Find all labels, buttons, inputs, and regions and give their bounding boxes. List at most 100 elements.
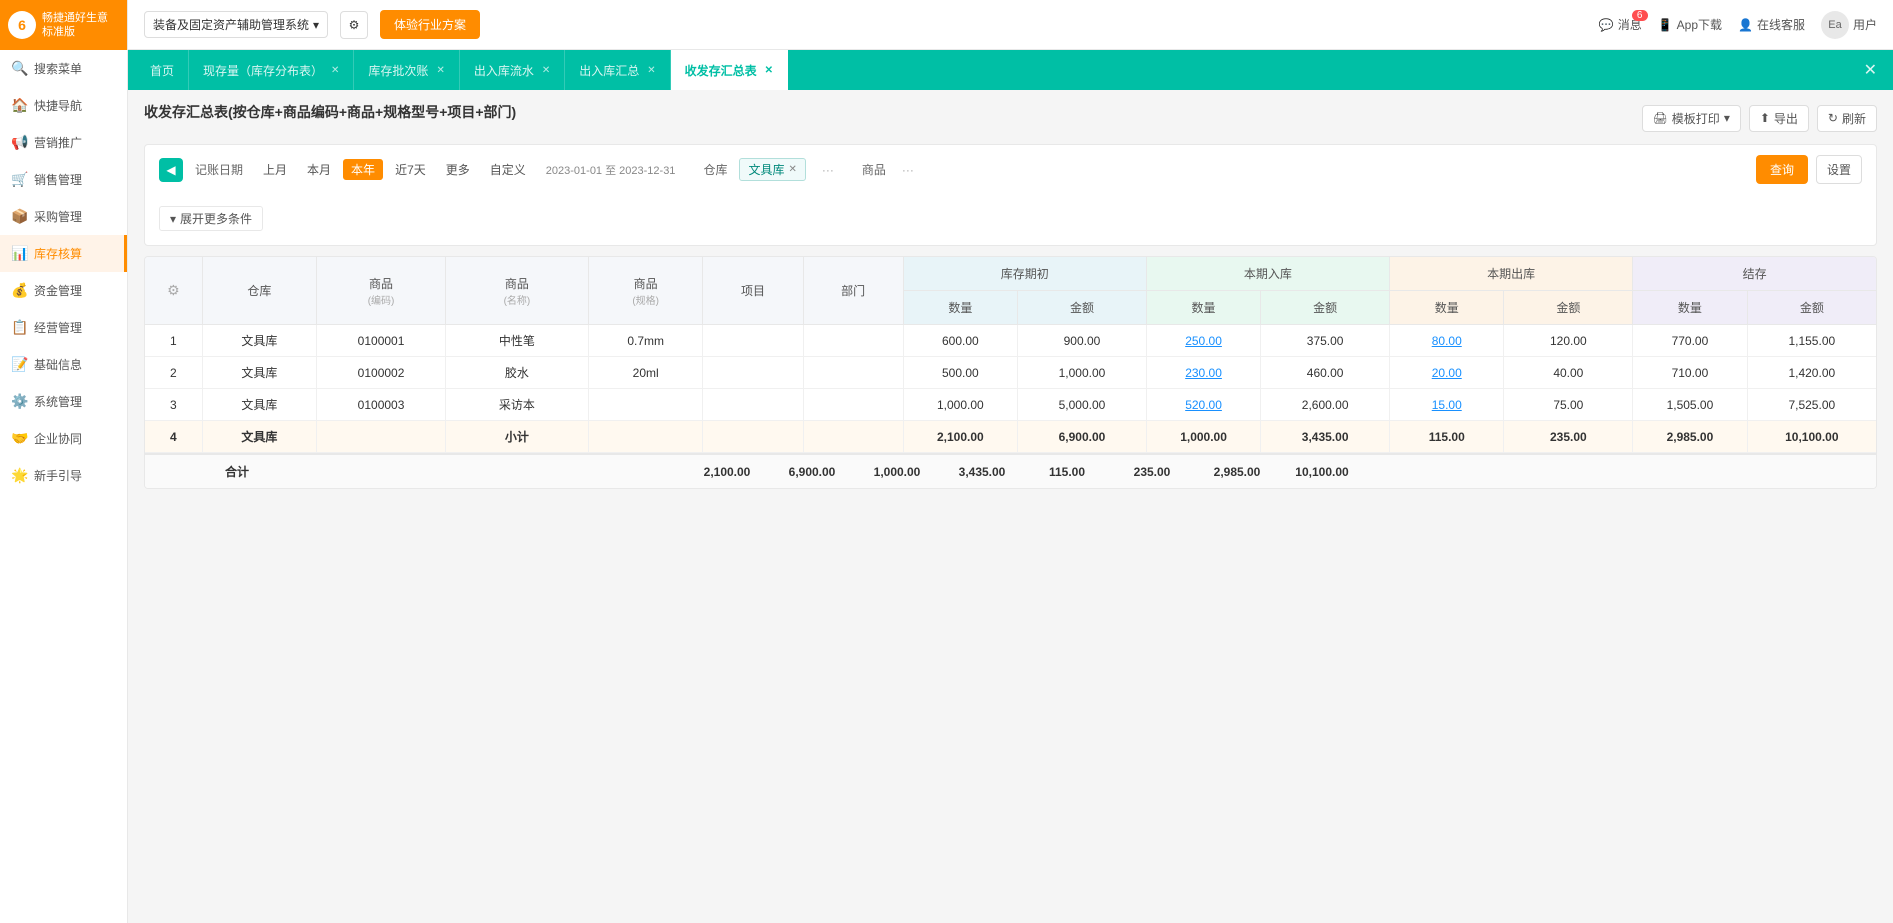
- app-download-label: App下载: [1677, 16, 1722, 33]
- cell-opening-qty: 1,000.00: [903, 389, 1017, 421]
- tab-close-3[interactable]: ✕: [542, 65, 550, 76]
- sidebar-item-newbie[interactable]: 🌟新手引导: [0, 457, 127, 494]
- table-settings-icon[interactable]: ⚙: [167, 282, 180, 298]
- date-shortcut-自定义[interactable]: 自定义: [482, 159, 534, 180]
- cell-name: 胶水: [445, 357, 588, 389]
- cell-out-qty[interactable]: 80.00: [1390, 325, 1504, 357]
- cell-dept: [803, 325, 903, 357]
- tab-5[interactable]: 收发存汇总表 ✕: [671, 50, 788, 90]
- cell-in-qty-link[interactable]: 520.00: [1185, 398, 1222, 412]
- system-selector[interactable]: 装备及固定资产辅助管理系统 ▾: [144, 11, 328, 38]
- app-logo: 6 畅捷通好生意 标准版: [0, 0, 127, 50]
- cell-out-amt: 75.00: [1504, 389, 1633, 421]
- print-button[interactable]: 🖨 模板打印 ▾: [1642, 105, 1741, 132]
- table-row: 4文具库小计2,100.006,900.001,000.003,435.0011…: [145, 421, 1876, 453]
- warehouse-tag-close[interactable]: ✕: [788, 164, 796, 175]
- cell-out-qty-link[interactable]: 80.00: [1432, 334, 1462, 348]
- warehouse-filter-label: 仓库: [703, 161, 727, 178]
- print-icon: 🖨: [1653, 111, 1668, 125]
- tab-close-4[interactable]: ✕: [647, 65, 655, 76]
- filter-settings-button[interactable]: 设置: [1816, 155, 1862, 184]
- tab-close-1[interactable]: ✕: [331, 65, 339, 76]
- date-shortcut-上月[interactable]: 上月: [255, 159, 295, 180]
- tab-4[interactable]: 出入库汇总✕: [565, 50, 670, 90]
- warehouse-more-button[interactable]: ···: [822, 163, 834, 177]
- sidebar-item-sales[interactable]: 🛒销售管理: [0, 161, 127, 198]
- data-table: ⚙ 仓库 商品(编码) 商品(名称) 商品(规格) 项目 部门 库存期初 本期入…: [145, 257, 1876, 453]
- th-code: 商品(编码): [317, 257, 446, 325]
- cell-out-qty[interactable]: 15.00: [1390, 389, 1504, 421]
- sidebar-item-system[interactable]: ⚙️系统管理: [0, 383, 127, 420]
- date-shortcut-本月[interactable]: 本月: [299, 159, 339, 180]
- sidebar-item-marketing[interactable]: 📢营销推广: [0, 124, 127, 161]
- tab-1[interactable]: 现存量（库存分布表）✕: [189, 50, 354, 90]
- sidebar-item-search[interactable]: 🔍搜索菜单: [0, 50, 127, 87]
- cell-balance-qty: 710.00: [1633, 357, 1747, 389]
- data-table-wrapper: ⚙ 仓库 商品(编码) 商品(名称) 商品(规格) 项目 部门 库存期初 本期入…: [144, 256, 1877, 489]
- sidebar-item-quick[interactable]: 🏠快捷导航: [0, 87, 127, 124]
- th-group-balance: 结存: [1633, 257, 1876, 291]
- sidebar-icon-purchase: 📦: [12, 209, 28, 225]
- tab-close-5[interactable]: ✕: [765, 65, 773, 76]
- footer-opening-amt: 6,900.00: [767, 465, 857, 479]
- expand-more-button[interactable]: ▾ 展开更多条件: [159, 206, 263, 231]
- th-name: 商品(名称): [445, 257, 588, 325]
- th-project: 项目: [703, 257, 803, 325]
- sidebar-item-operations[interactable]: 📋经营管理: [0, 309, 127, 346]
- sidebar-item-inventory[interactable]: 📊库存核算: [0, 235, 127, 272]
- cell-in-qty[interactable]: 230.00: [1146, 357, 1260, 389]
- sidebar-label-search: 搜索菜单: [34, 60, 82, 77]
- trial-button[interactable]: 体验行业方案: [380, 10, 480, 39]
- tab-0[interactable]: 首页: [136, 50, 189, 90]
- sidebar-item-purchase[interactable]: 📦采购管理: [0, 198, 127, 235]
- cell-opening-qty: 500.00: [903, 357, 1017, 389]
- cell-in-qty-link[interactable]: 250.00: [1185, 334, 1222, 348]
- cell-balance-qty: 1,505.00: [1633, 389, 1747, 421]
- cell-code: 0100001: [317, 325, 446, 357]
- cell-out-qty[interactable]: 115.00: [1390, 421, 1504, 453]
- th-group-opening: 库存期初: [903, 257, 1146, 291]
- sidebar-icon-newbie: 🌟: [12, 468, 28, 484]
- tab-label-5: 收发存汇总表: [685, 62, 757, 79]
- export-button[interactable]: ⬆ 导出: [1749, 105, 1809, 132]
- user-action[interactable]: Ea 用户: [1821, 11, 1877, 39]
- date-shortcut-更多[interactable]: 更多: [438, 159, 478, 180]
- date-shortcut-近7天[interactable]: 近7天: [387, 159, 434, 180]
- settings-gear-button[interactable]: ⚙: [340, 11, 368, 39]
- cell-out-qty-link[interactable]: 15.00: [1432, 398, 1462, 412]
- cell-in-amt: 2,600.00: [1261, 389, 1390, 421]
- online-service-action[interactable]: 👤 在线客服: [1738, 16, 1805, 33]
- cell-name: 中性笔: [445, 325, 588, 357]
- message-icon: 💬: [1599, 18, 1614, 32]
- date-shortcut-本年[interactable]: 本年: [343, 159, 383, 180]
- sidebar-item-basic[interactable]: 📝基础信息: [0, 346, 127, 383]
- sidebar-icon-operations: 📋: [12, 320, 28, 336]
- top-header: 装备及固定资产辅助管理系统 ▾ ⚙ 体验行业方案 💬 消息 6 📱 App下载 …: [128, 0, 1893, 50]
- tab-3[interactable]: 出入库流水 ✕: [460, 50, 565, 90]
- tab-label-3: 出入库流水: [474, 62, 534, 79]
- app-download-action[interactable]: 📱 App下载: [1658, 16, 1722, 33]
- tab-bar-close-button[interactable]: ✕: [1856, 60, 1885, 80]
- sidebar-label-quick: 快捷导航: [34, 97, 82, 114]
- refresh-button[interactable]: ↻ 刷新: [1817, 105, 1877, 132]
- cell-in-qty[interactable]: 1,000.00: [1146, 421, 1260, 453]
- cell-in-qty[interactable]: 250.00: [1146, 325, 1260, 357]
- cell-dept: [803, 421, 903, 453]
- cell-out-qty-link[interactable]: 20.00: [1432, 366, 1462, 380]
- goods-more-button[interactable]: ···: [902, 163, 914, 177]
- tab-2[interactable]: 库存批次账✕: [354, 50, 459, 90]
- user-avatar: Ea: [1821, 11, 1849, 39]
- sidebar-icon-sales: 🛒: [12, 172, 28, 188]
- cell-in-qty-link[interactable]: 230.00: [1185, 366, 1222, 380]
- sidebar-item-finance[interactable]: 💰资金管理: [0, 272, 127, 309]
- cell-code: 0100002: [317, 357, 446, 389]
- query-button[interactable]: 查询: [1756, 155, 1808, 184]
- sidebar-item-corp[interactable]: 🤝企业协同: [0, 420, 127, 457]
- cell-in-qty[interactable]: 520.00: [1146, 389, 1260, 421]
- cell-out-qty[interactable]: 20.00: [1390, 357, 1504, 389]
- message-action[interactable]: 💬 消息 6: [1599, 16, 1642, 33]
- tab-close-2[interactable]: ✕: [436, 65, 444, 76]
- download-icon: 📱: [1658, 18, 1673, 32]
- warehouse-filter-tag[interactable]: 文具库 ✕: [739, 158, 805, 181]
- filter-collapse-button[interactable]: ◀: [159, 158, 183, 182]
